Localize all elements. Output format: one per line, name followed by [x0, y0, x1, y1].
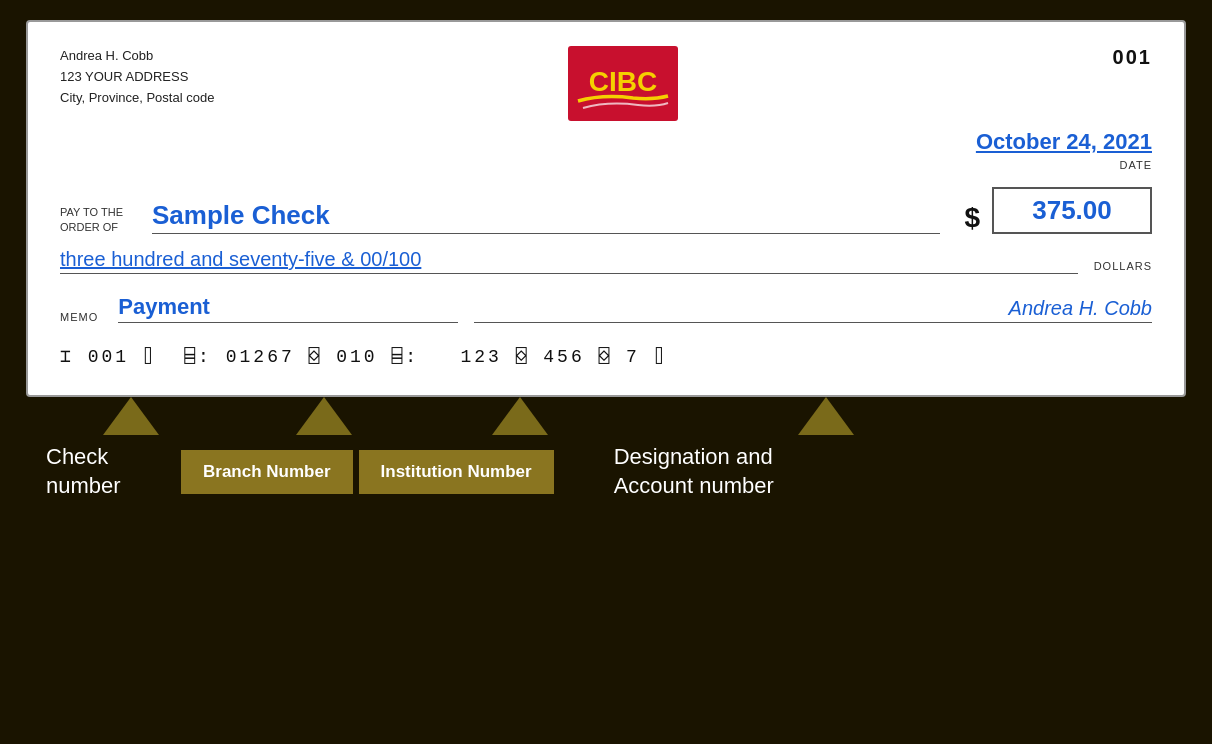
- pay-to-label: PAY TO THEORDER OF: [60, 205, 140, 234]
- date-label: DATE: [1119, 159, 1152, 171]
- memo-value: Payment: [118, 294, 210, 319]
- memo-label: MEMO: [60, 311, 98, 323]
- designation-label: Designation and Account number: [554, 443, 1186, 500]
- check-container: Andrea H. Cobb 123 YOUR ADDRESS City, Pr…: [26, 20, 1186, 397]
- dollars-label: DOLLARS: [1094, 260, 1152, 274]
- label-section: Check number Branch Number Institution N…: [26, 397, 1186, 527]
- amount-value: 375.00: [1032, 195, 1112, 225]
- payee-value: Sample Check: [152, 200, 330, 230]
- check-number-label: Check number: [26, 443, 181, 500]
- amount-words: three hundred and seventy-five & 00/100: [60, 248, 421, 270]
- pay-to-line: Sample Check: [152, 200, 940, 234]
- account-info: Andrea H. Cobb 123 YOUR ADDRESS City, Pr…: [60, 46, 214, 108]
- account-address1: 123 YOUR ADDRESS: [60, 67, 214, 88]
- date-value: October 24, 2021: [976, 129, 1152, 155]
- memo-row: MEMO Payment Andrea H. Cobb: [60, 294, 1152, 323]
- date-row: October 24, 2021 DATE: [60, 129, 1152, 173]
- words-line: three hundred and seventy-five & 00/100: [60, 248, 1078, 274]
- date-block: October 24, 2021 DATE: [976, 129, 1152, 173]
- check-header: Andrea H. Cobb 123 YOUR ADDRESS City, Pr…: [60, 46, 1152, 121]
- pay-to-row: PAY TO THEORDER OF Sample Check $ 375.00: [60, 187, 1152, 234]
- institution-number-label: Institution Number: [359, 450, 554, 494]
- memo-line: Payment: [118, 294, 458, 323]
- micr-line: ⌶ 001 ⌷ ⌸: 01267 ⌺ 010 ⌸: 123 ⌺ 456 ⌺ 7 …: [60, 341, 1152, 371]
- words-row: three hundred and seventy-five & 00/100 …: [60, 248, 1152, 274]
- svg-text:CIBC: CIBC: [589, 66, 657, 97]
- dollar-sign: $: [964, 202, 980, 234]
- bottom-section: Check number Branch Number Institution N…: [26, 397, 1186, 527]
- check-number-top: 001: [1032, 46, 1152, 69]
- account-name: Andrea H. Cobb: [60, 46, 214, 67]
- cibc-logo: CIBC: [568, 46, 678, 121]
- account-address2: City, Province, Postal code: [60, 88, 214, 109]
- amount-box: 375.00: [992, 187, 1152, 234]
- signature-line: Andrea H. Cobb: [474, 297, 1152, 323]
- signature-value: Andrea H. Cobb: [1009, 297, 1152, 319]
- branch-number-label: Branch Number: [181, 450, 353, 494]
